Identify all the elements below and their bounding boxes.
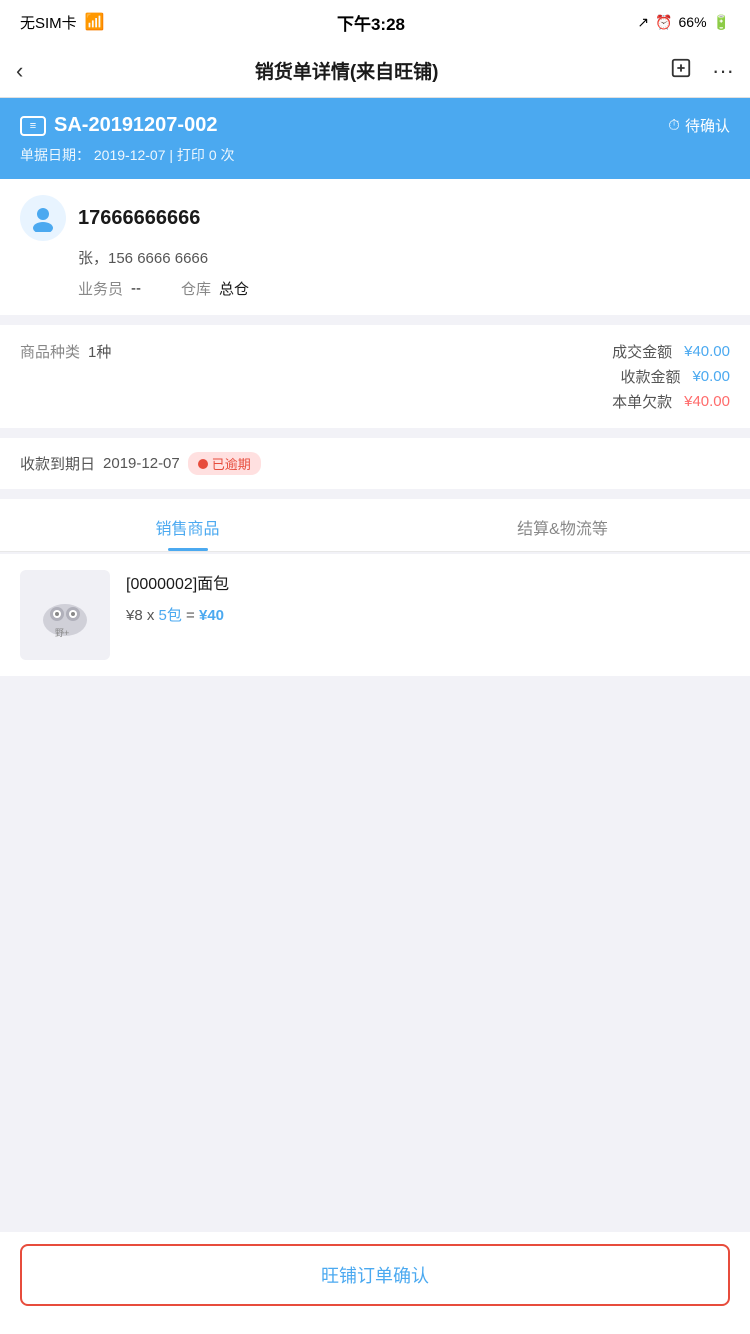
confirm-order-button[interactable]: 旺铺订单确认 xyxy=(20,1244,730,1306)
svg-text:野+: 野+ xyxy=(55,628,69,638)
received-value: ¥0.00 xyxy=(692,368,730,385)
transaction-label: 成交金额 xyxy=(612,341,672,362)
tab-settlement-logistics[interactable]: 结算&物流等 xyxy=(375,499,750,551)
product-info: [0000002]面包 ¥8 x 5包 = ¥40 xyxy=(126,570,730,625)
status-left: 无SIM卡 📶 xyxy=(20,12,105,33)
received-amount-row: 收款金额 ¥0.00 xyxy=(620,366,730,387)
product-name: [0000002]面包 xyxy=(126,570,730,594)
price-prefix: ¥8 x xyxy=(126,607,159,624)
tabs-section: 销售商品 结算&物流等 xyxy=(0,499,750,552)
transaction-amount-row: 成交金额 ¥40.00 xyxy=(612,341,730,362)
date-label: 单据日期： xyxy=(20,147,90,163)
warehouse-value: 总仓 xyxy=(219,278,249,299)
customer-name: 张，156 6666 6666 xyxy=(78,247,730,268)
bottom-bar: 旺铺订单确认 xyxy=(0,1232,750,1334)
page-title: 销货单详情(来自旺铺) xyxy=(255,57,439,84)
status-right: ↗ ⏰ 66% 🔋 xyxy=(637,14,730,31)
order-id: ≡ SA-20191207-002 xyxy=(20,114,217,137)
product-qty: 5包 xyxy=(159,607,182,624)
clock-icon: ⏱ xyxy=(668,117,680,134)
warehouse-item: 仓库 总仓 xyxy=(181,278,249,299)
order-date: 2019-12-07 xyxy=(94,147,166,163)
due-date-label: 收款到期日 xyxy=(20,453,95,474)
header-top-row: ≡ SA-20191207-002 ⏱ 待确认 xyxy=(20,114,730,137)
price-suffix: = xyxy=(182,607,199,624)
order-status-text: 待确认 xyxy=(685,115,730,136)
warehouse-label: 仓库 xyxy=(181,278,211,299)
owed-label: 本单欠款 xyxy=(612,391,672,412)
customer-meta: 业务员 -- 仓库 总仓 xyxy=(78,278,730,299)
due-date-section: 收款到期日 2019-12-07 已逾期 xyxy=(0,438,750,489)
product-types-info: 商品种类 1种 xyxy=(20,341,111,362)
overdue-dot-icon xyxy=(198,459,208,469)
battery-label: 66% xyxy=(679,14,707,30)
product-types-value: 1种 xyxy=(88,341,111,362)
carrier-label: 无SIM卡 xyxy=(20,12,77,33)
customer-phone: 17666666666 xyxy=(78,207,200,230)
product-total: ¥40 xyxy=(199,607,224,624)
nav-actions: ··· xyxy=(670,57,734,85)
sales-rep-item: 业务员 -- xyxy=(78,278,141,299)
status-bar: 无SIM卡 📶 下午3:28 ↗ ⏰ 66% 🔋 xyxy=(0,0,750,44)
export-button[interactable] xyxy=(670,57,692,85)
sales-rep-label: 业务员 xyxy=(78,278,123,299)
amounts-info: 成交金额 ¥40.00 收款金额 ¥0.00 本单欠款 ¥40.00 xyxy=(612,341,730,412)
more-button[interactable]: ··· xyxy=(712,58,734,84)
product-price: ¥8 x 5包 = ¥40 xyxy=(126,604,730,625)
location-icon: ↗ xyxy=(637,14,649,31)
product-thumbnail: 野+ xyxy=(20,570,110,660)
time-display: 下午3:28 xyxy=(337,10,405,35)
order-id-icon: ≡ xyxy=(20,116,46,136)
wifi-icon: 📶 xyxy=(85,12,105,32)
battery-icon: 🔋 xyxy=(713,14,730,31)
content-spacer xyxy=(0,676,750,856)
owed-value: ¥40.00 xyxy=(684,393,730,410)
order-status-badge: ⏱ 待确认 xyxy=(668,115,730,136)
product-item: 野+ [0000002]面包 ¥8 x 5包 = ¥40 xyxy=(0,554,750,676)
owed-amount-row: 本单欠款 ¥40.00 xyxy=(612,391,730,412)
tab-sales-products-label: 销售商品 xyxy=(155,521,219,538)
back-button[interactable]: ‹ xyxy=(16,58,23,84)
transaction-value: ¥40.00 xyxy=(684,343,730,360)
sales-rep-value: -- xyxy=(131,280,141,297)
tab-sales-products[interactable]: 销售商品 xyxy=(0,499,375,551)
due-date-value: 2019-12-07 xyxy=(103,455,180,472)
overdue-text: 已逾期 xyxy=(212,454,251,473)
product-types-row: 商品种类 1种 xyxy=(20,341,111,362)
customer-row: 17666666666 xyxy=(20,195,730,241)
tabs-row: 销售商品 结算&物流等 xyxy=(0,499,750,551)
overdue-badge: 已逾期 xyxy=(188,452,261,475)
alarm-icon: ⏰ xyxy=(655,14,672,31)
received-label: 收款金额 xyxy=(620,366,680,387)
customer-section: 17666666666 张，156 6666 6666 业务员 -- 仓库 总仓 xyxy=(0,179,750,315)
customer-avatar xyxy=(20,195,66,241)
nav-bar: ‹ 销货单详情(来自旺铺) ··· xyxy=(0,44,750,98)
order-summary-section: 商品种类 1种 成交金额 ¥40.00 收款金额 ¥0.00 本单欠款 ¥40.… xyxy=(0,325,750,428)
order-date-info: 单据日期： 2019-12-07 | 打印 0 次 xyxy=(20,145,730,165)
tab-settlement-logistics-label: 结算&物流等 xyxy=(517,521,608,538)
order-id-text: SA-20191207-002 xyxy=(54,114,217,137)
print-info: | 打印 0 次 xyxy=(169,147,234,163)
product-types-label: 商品种类 xyxy=(20,341,80,362)
order-header-card: ≡ SA-20191207-002 ⏱ 待确认 单据日期： 2019-12-07… xyxy=(0,98,750,179)
